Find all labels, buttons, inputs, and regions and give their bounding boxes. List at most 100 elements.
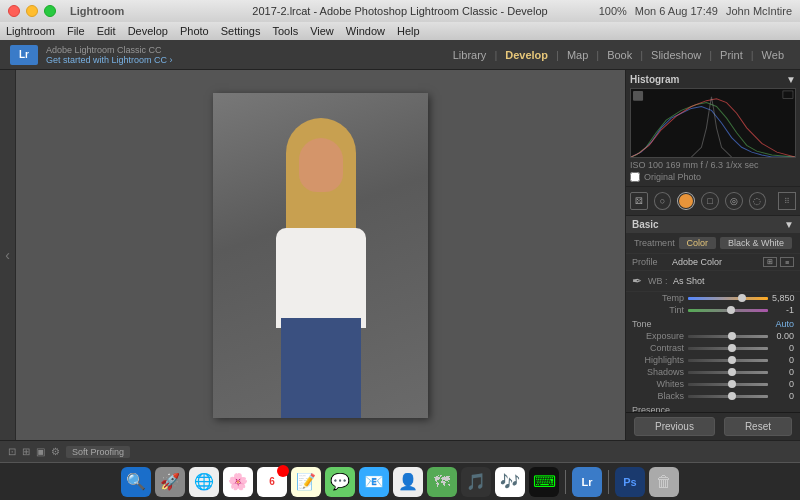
soft-proofing-button[interactable]: Soft Proofing xyxy=(66,446,130,458)
treatment-row: Treatment Color Black & White xyxy=(626,233,800,254)
settings-icon[interactable]: ⚙ xyxy=(51,446,60,457)
dock-terminal[interactable]: ⌨ xyxy=(529,467,559,497)
view-icon[interactable]: ⊡ xyxy=(8,446,16,457)
menu-view[interactable]: View xyxy=(310,25,334,37)
dock-trash[interactable]: 🗑 xyxy=(649,467,679,497)
dock-photoshop[interactable]: Ps xyxy=(615,467,645,497)
contrast-slider[interactable] xyxy=(688,347,768,350)
right-panel: Histogram ▼ xyxy=(625,70,800,440)
shadows-label: Shadows xyxy=(632,367,684,377)
contrast-thumb[interactable] xyxy=(728,344,736,352)
dock-mail[interactable]: 📧 xyxy=(359,467,389,497)
svg-rect-1 xyxy=(633,91,643,101)
spot-removal-tool[interactable]: ○ xyxy=(654,192,672,210)
dock-finder[interactable]: 🔍 xyxy=(121,467,151,497)
profile-list-icon[interactable]: ≡ xyxy=(780,257,794,267)
bw-button[interactable]: Black & White xyxy=(720,237,792,249)
red-eye-tool[interactable] xyxy=(677,192,695,210)
dock-launchpad[interactable]: 🚀 xyxy=(155,467,185,497)
menu-tools[interactable]: Tools xyxy=(272,25,298,37)
menu-develop[interactable]: Develop xyxy=(128,25,168,37)
exposure-slider[interactable] xyxy=(688,335,768,338)
whites-thumb[interactable] xyxy=(728,380,736,388)
module-print[interactable]: Print xyxy=(714,47,749,63)
dock-contacts[interactable]: 👤 xyxy=(393,467,423,497)
color-button[interactable]: Color xyxy=(679,237,717,249)
shadows-thumb[interactable] xyxy=(728,368,736,376)
lr-subtitle2[interactable]: Get started with Lightroom CC › xyxy=(46,55,173,65)
temp-slider[interactable] xyxy=(688,297,768,300)
exposure-value: 0.00 xyxy=(772,331,794,341)
tint-slider-row: Tint -1 xyxy=(626,304,800,316)
radial-filter-tool[interactable]: ◎ xyxy=(725,192,743,210)
profile-label: Profile xyxy=(632,257,672,267)
histogram-meta: ISO 100 169 mm f / 6.3 1/xx sec xyxy=(630,160,759,170)
module-develop[interactable]: Develop xyxy=(499,47,554,63)
face xyxy=(299,138,343,192)
menu-file[interactable]: File xyxy=(67,25,85,37)
close-button[interactable] xyxy=(8,5,20,17)
module-slideshow[interactable]: Slideshow xyxy=(645,47,707,63)
menu-help[interactable]: Help xyxy=(397,25,420,37)
dock-notes[interactable]: 📝 xyxy=(291,467,321,497)
exposure-thumb[interactable] xyxy=(728,332,736,340)
menu-photo[interactable]: Photo xyxy=(180,25,209,37)
basic-panel-expand[interactable]: ▼ xyxy=(784,219,794,230)
grid-icon[interactable]: ⊞ xyxy=(22,446,30,457)
menu-settings[interactable]: Settings xyxy=(221,25,261,37)
highlights-slider[interactable] xyxy=(688,359,768,362)
dock-photos[interactable]: 🌸 xyxy=(223,467,253,497)
menu-edit[interactable]: Edit xyxy=(97,25,116,37)
histogram-title: Histogram xyxy=(630,74,679,85)
dock-calendar[interactable]: 6 xyxy=(257,467,287,497)
basic-panel-title: Basic xyxy=(632,219,659,230)
tint-thumb[interactable] xyxy=(727,306,735,314)
dock-chrome[interactable]: 🌐 xyxy=(189,467,219,497)
tint-label: Tint xyxy=(632,305,684,315)
module-map[interactable]: Map xyxy=(561,47,594,63)
left-panel-toggle[interactable]: ‹ xyxy=(0,70,16,440)
module-web[interactable]: Web xyxy=(756,47,790,63)
dock-itunes[interactable]: 🎶 xyxy=(495,467,525,497)
dock-music[interactable]: 🎵 xyxy=(461,467,491,497)
shadows-value: 0 xyxy=(772,367,794,377)
blacks-thumb[interactable] xyxy=(728,392,736,400)
module-nav: Library | Develop | Map | Book | Slidesh… xyxy=(447,47,790,63)
auto-button[interactable]: Auto xyxy=(775,319,794,329)
title-bar: Lightroom 2017-2.lrcat - Adobe Photoshop… xyxy=(0,0,800,22)
dock-lightroom[interactable]: Lr xyxy=(572,467,602,497)
blacks-slider[interactable] xyxy=(688,395,768,398)
tone-section: Tone Auto xyxy=(626,316,800,330)
crop-tool[interactable]: ⚄ xyxy=(630,192,648,210)
menu-window[interactable]: Window xyxy=(346,25,385,37)
basic-panel-header[interactable]: Basic ▼ xyxy=(626,216,800,233)
minimize-button[interactable] xyxy=(26,5,38,17)
module-library[interactable]: Library xyxy=(447,47,493,63)
filmstrip-icon[interactable]: ▣ xyxy=(36,446,45,457)
profile-grid-icon[interactable]: ⊞ xyxy=(763,257,777,267)
adjustment-brush-tool[interactable]: ◌ xyxy=(749,192,767,210)
previous-button[interactable]: Previous xyxy=(634,417,715,436)
tool-icons-row: ⚄ ○ □ ◎ ◌ ⠿ xyxy=(626,187,800,216)
original-photo-checkbox[interactable] xyxy=(630,172,640,182)
histogram-expand-icon[interactable]: ▼ xyxy=(786,74,796,85)
dock-messages[interactable]: 💬 xyxy=(325,467,355,497)
shadows-slider[interactable] xyxy=(688,371,768,374)
whites-slider[interactable] xyxy=(688,383,768,386)
temp-thumb[interactable] xyxy=(738,294,746,302)
wb-eyedropper-icon[interactable]: ✒ xyxy=(632,274,642,288)
histogram-canvas xyxy=(630,88,796,158)
blacks-slider-row: Blacks 0 xyxy=(626,390,800,402)
panel-options-icon[interactable]: ⠿ xyxy=(778,192,796,210)
menu-lightroom[interactable]: Lightroom xyxy=(6,25,55,37)
maximize-button[interactable] xyxy=(44,5,56,17)
dock-maps[interactable]: 🗺 xyxy=(427,467,457,497)
contrast-value: 0 xyxy=(772,343,794,353)
tone-label: Tone xyxy=(632,319,652,329)
basic-panel: Basic ▼ Treatment Color Black & White Pr… xyxy=(626,216,800,412)
highlights-thumb[interactable] xyxy=(728,356,736,364)
module-book[interactable]: Book xyxy=(601,47,638,63)
tint-slider[interactable] xyxy=(688,309,768,312)
reset-button[interactable]: Reset xyxy=(724,417,792,436)
graduated-filter-tool[interactable]: □ xyxy=(701,192,719,210)
